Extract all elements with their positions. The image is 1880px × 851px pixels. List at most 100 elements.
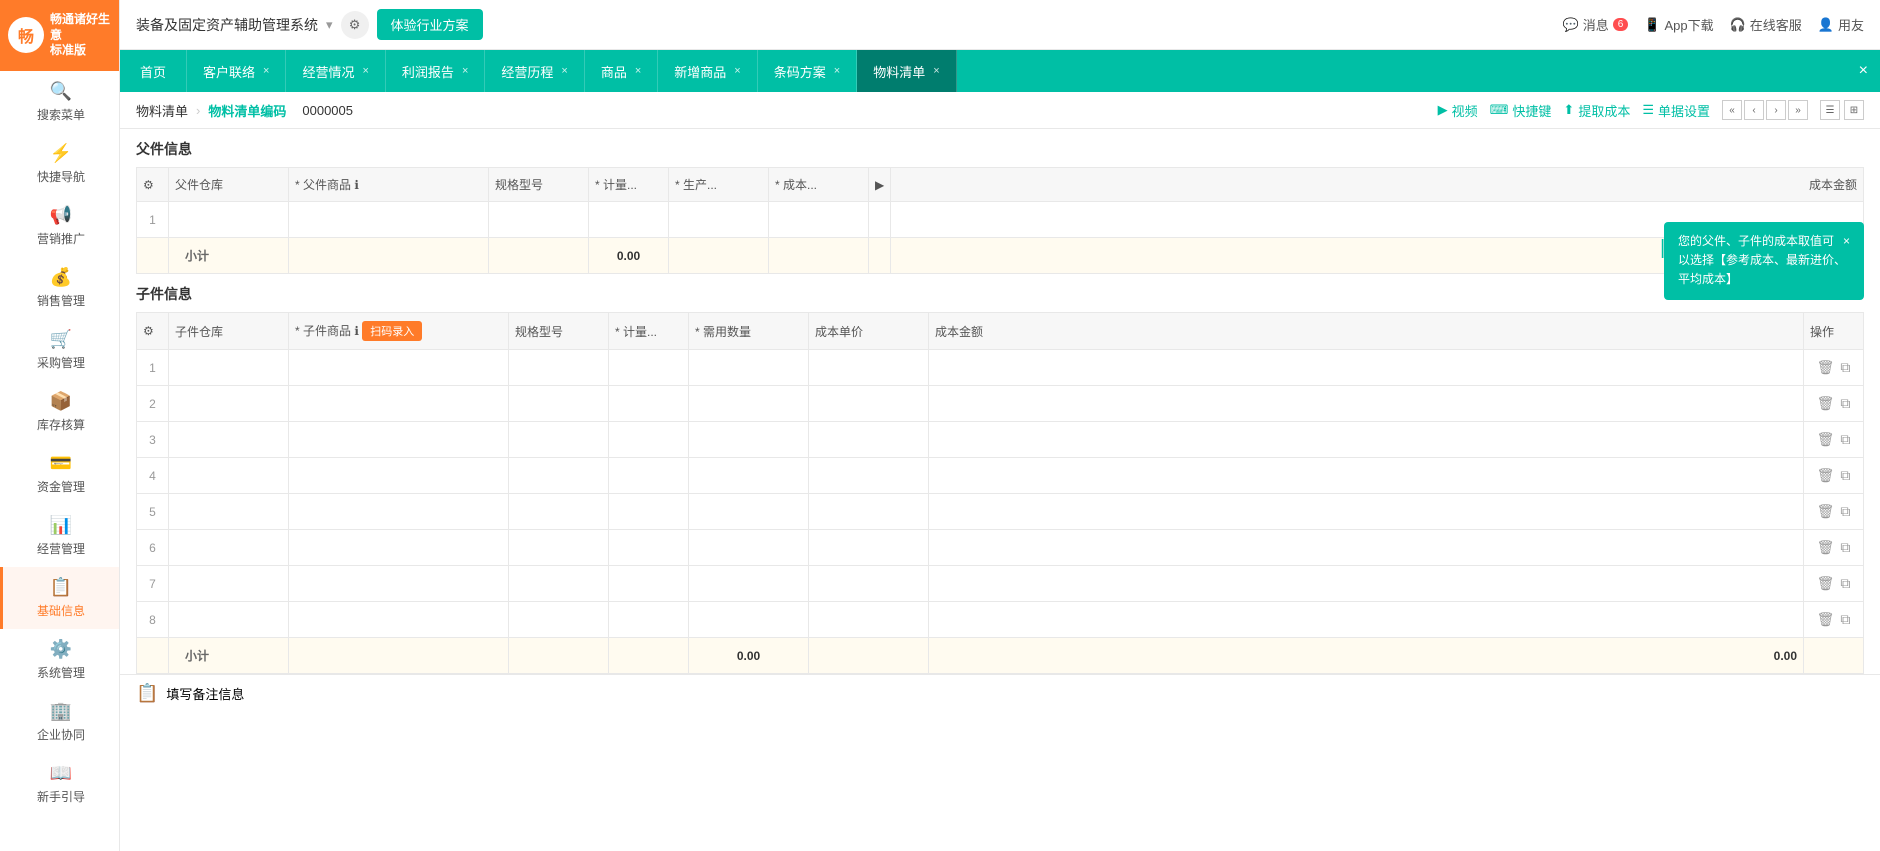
child-qty-7[interactable] bbox=[689, 566, 809, 602]
child-warehouse-5[interactable] bbox=[169, 494, 289, 530]
tab-customer-close[interactable]: × bbox=[263, 65, 269, 77]
topbar-dropdown-icon[interactable]: ▾ bbox=[326, 17, 333, 33]
child-cost-unit-4[interactable] bbox=[809, 458, 929, 494]
next-button[interactable]: › bbox=[1766, 100, 1786, 120]
tab-home[interactable]: 首页 bbox=[120, 50, 187, 92]
child-warehouse-1[interactable] bbox=[169, 350, 289, 386]
card-view-button[interactable]: ⊞ bbox=[1844, 100, 1864, 120]
child-spec-7[interactable] bbox=[509, 566, 609, 602]
th-child-settings[interactable]: ⚙ bbox=[137, 313, 169, 350]
copy-icon-1[interactable]: ⧉ bbox=[1840, 359, 1850, 376]
child-spec-6[interactable] bbox=[509, 530, 609, 566]
child-qty-1[interactable] bbox=[689, 350, 809, 386]
child-cost-unit-6[interactable] bbox=[809, 530, 929, 566]
child-warehouse-7[interactable] bbox=[169, 566, 289, 602]
child-unit-5[interactable] bbox=[609, 494, 689, 530]
child-goods-4[interactable] bbox=[289, 458, 509, 494]
nav-close-all-button[interactable]: × bbox=[1847, 62, 1880, 80]
child-goods-5[interactable] bbox=[289, 494, 509, 530]
prev-button[interactable]: ‹ bbox=[1744, 100, 1764, 120]
child-goods-2[interactable] bbox=[289, 386, 509, 422]
child-unit-7[interactable] bbox=[609, 566, 689, 602]
delete-icon-2[interactable]: 🗑 bbox=[1817, 395, 1835, 412]
delete-icon-1[interactable]: 🗑 bbox=[1817, 359, 1835, 376]
child-qty-8[interactable] bbox=[689, 602, 809, 638]
child-unit-6[interactable] bbox=[609, 530, 689, 566]
tab-customer[interactable]: 客户联络 × bbox=[187, 50, 286, 92]
shortcut-button[interactable]: ⌨ 快捷键 bbox=[1490, 101, 1552, 120]
child-unit-4[interactable] bbox=[609, 458, 689, 494]
child-spec-5[interactable] bbox=[509, 494, 609, 530]
child-goods-1[interactable] bbox=[289, 350, 509, 386]
tab-barcode-close[interactable]: × bbox=[834, 65, 840, 77]
list-view-button[interactable]: ☰ bbox=[1820, 100, 1840, 120]
tab-bom[interactable]: 物料清单 × bbox=[857, 50, 956, 92]
tab-barcode[interactable]: 条码方案 × bbox=[758, 50, 857, 92]
child-unit-1[interactable] bbox=[609, 350, 689, 386]
child-warehouse-4[interactable] bbox=[169, 458, 289, 494]
child-warehouse-6[interactable] bbox=[169, 530, 289, 566]
sidebar-item-marketing[interactable]: 📢 营销推广 bbox=[0, 195, 119, 257]
child-qty-2[interactable] bbox=[689, 386, 809, 422]
child-warehouse-8[interactable] bbox=[169, 602, 289, 638]
copy-icon-8[interactable]: ⧉ bbox=[1840, 611, 1850, 628]
tab-profit-report[interactable]: 利润报告 × bbox=[386, 50, 485, 92]
gear-button[interactable]: ⚙ bbox=[341, 11, 369, 39]
tab-operation-history[interactable]: 经营历程 × bbox=[485, 50, 584, 92]
tooltip-close-button[interactable]: × bbox=[1843, 232, 1850, 251]
child-goods-7[interactable] bbox=[289, 566, 509, 602]
copy-icon-3[interactable]: ⧉ bbox=[1840, 431, 1850, 448]
delete-icon-8[interactable]: 🗑 bbox=[1817, 611, 1835, 628]
child-warehouse-2[interactable] bbox=[169, 386, 289, 422]
single-settings-button[interactable]: ☰ 单据设置 bbox=[1642, 101, 1710, 120]
child-unit-3[interactable] bbox=[609, 422, 689, 458]
child-spec-3[interactable] bbox=[509, 422, 609, 458]
breadcrumb-bom[interactable]: 物料清单 bbox=[136, 101, 188, 120]
delete-icon-7[interactable]: 🗑 bbox=[1817, 575, 1835, 592]
child-cost-unit-7[interactable] bbox=[809, 566, 929, 602]
tab-goods[interactable]: 商品 × bbox=[585, 50, 658, 92]
child-spec-2[interactable] bbox=[509, 386, 609, 422]
child-spec-8[interactable] bbox=[509, 602, 609, 638]
delete-icon-5[interactable]: 🗑 bbox=[1817, 503, 1835, 520]
parent-production-1[interactable] bbox=[669, 202, 769, 238]
child-cost-unit-1[interactable] bbox=[809, 350, 929, 386]
parent-unit-1[interactable] bbox=[589, 202, 669, 238]
scan-button[interactable]: 扫码录入 bbox=[362, 321, 422, 341]
view-button[interactable]: ▶ 视频 bbox=[1438, 101, 1478, 120]
copy-icon-2[interactable]: ⧉ bbox=[1840, 395, 1850, 412]
sidebar-item-finance[interactable]: 💳 资金管理 bbox=[0, 443, 119, 505]
tab-operation-status-close[interactable]: × bbox=[362, 65, 368, 77]
tab-new-goods[interactable]: 新增商品 × bbox=[658, 50, 757, 92]
sidebar-item-basic-info[interactable]: 📋 基础信息 bbox=[0, 567, 119, 629]
sidebar-item-sales[interactable]: 💰 销售管理 bbox=[0, 257, 119, 319]
parent-warehouse-1[interactable] bbox=[169, 202, 289, 238]
sidebar-item-enterprise[interactable]: 🏢 企业协同 bbox=[0, 691, 119, 753]
extract-cost-button[interactable]: ⬆ 提取成本 bbox=[1563, 101, 1630, 120]
sidebar-item-operation[interactable]: 📊 经营管理 bbox=[0, 505, 119, 567]
child-warehouse-3[interactable] bbox=[169, 422, 289, 458]
delete-icon-3[interactable]: 🗑 bbox=[1817, 431, 1835, 448]
child-cost-unit-8[interactable] bbox=[809, 602, 929, 638]
tab-goods-close[interactable]: × bbox=[635, 65, 641, 77]
child-qty-4[interactable] bbox=[689, 458, 809, 494]
breadcrumb-bom-code[interactable]: 物料清单编码 bbox=[208, 101, 286, 120]
child-spec-1[interactable] bbox=[509, 350, 609, 386]
next-last-button[interactable]: » bbox=[1788, 100, 1808, 120]
child-goods-3[interactable] bbox=[289, 422, 509, 458]
copy-icon-4[interactable]: ⧉ bbox=[1840, 467, 1850, 484]
parent-goods-1[interactable] bbox=[289, 202, 489, 238]
child-qty-3[interactable] bbox=[689, 422, 809, 458]
th-parent-settings[interactable]: ⚙ bbox=[137, 168, 169, 202]
delete-icon-4[interactable]: 🗑 bbox=[1817, 467, 1835, 484]
copy-icon-7[interactable]: ⧉ bbox=[1840, 575, 1850, 592]
child-unit-2[interactable] bbox=[609, 386, 689, 422]
app-download-item[interactable]: 📱 App下载 bbox=[1644, 15, 1713, 34]
online-service-item[interactable]: 🎧 在线客服 bbox=[1730, 15, 1802, 34]
child-cost-unit-5[interactable] bbox=[809, 494, 929, 530]
sidebar-item-system[interactable]: ⚙️ 系统管理 bbox=[0, 629, 119, 691]
tab-profit-report-close[interactable]: × bbox=[462, 65, 468, 77]
child-goods-8[interactable] bbox=[289, 602, 509, 638]
message-item[interactable]: 💬 消息 6 bbox=[1563, 15, 1629, 34]
copy-icon-5[interactable]: ⧉ bbox=[1840, 503, 1850, 520]
